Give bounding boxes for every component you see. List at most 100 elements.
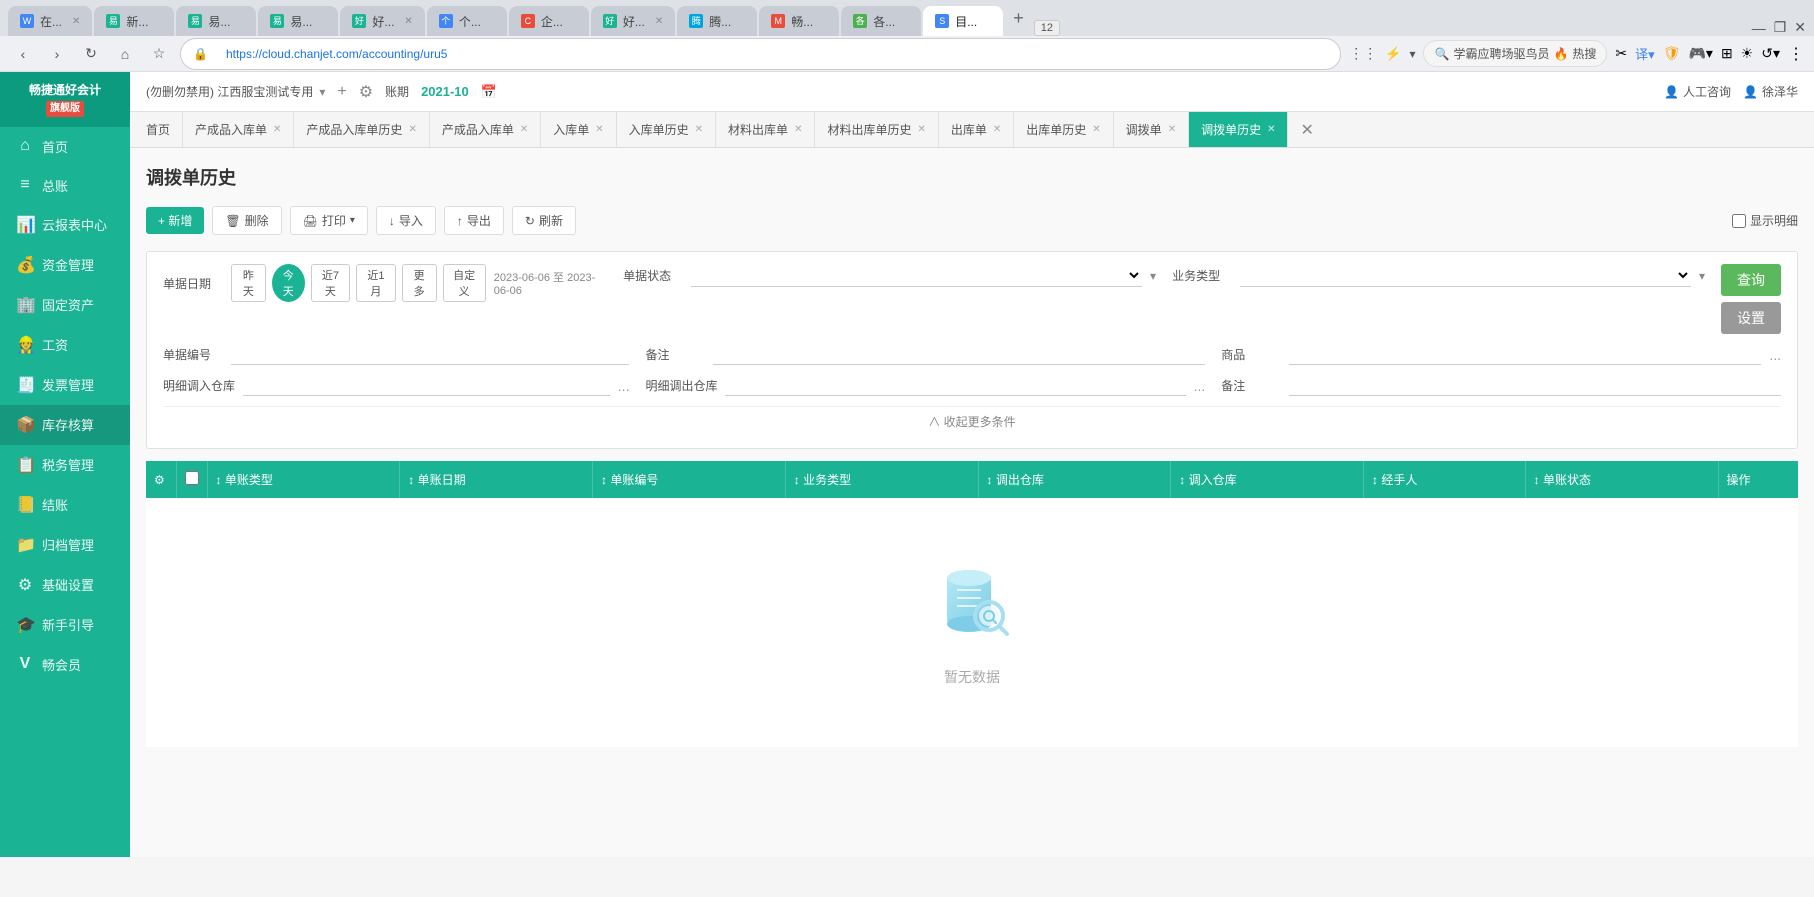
sidebar-item-home[interactable]: ⌂ 首页	[0, 127, 130, 166]
forward-btn[interactable]: ›	[44, 41, 70, 67]
detail-in-input[interactable]	[243, 375, 610, 396]
nav-tab-home[interactable]: 首页	[134, 112, 183, 148]
undo-icon[interactable]: ↺▾	[1761, 45, 1780, 62]
tab-close-icon[interactable]: ✕	[917, 124, 925, 135]
scissors-icon[interactable]: ✂	[1615, 45, 1627, 62]
biz-type-dropdown-icon[interactable]: ▾	[1699, 269, 1705, 283]
sidebar-item-general-ledger[interactable]: ≡ 总账	[0, 166, 130, 205]
tab-close-icon[interactable]: ✕	[1092, 124, 1100, 135]
date-7days-btn[interactable]: 近7天	[311, 264, 351, 302]
goods-input[interactable]	[1289, 344, 1761, 365]
nav-tab-product-in[interactable]: 产成品入库单 ✕	[183, 112, 294, 148]
settings-filter-btn[interactable]: 设置	[1721, 302, 1781, 334]
nav-tab-stock-out-hist[interactable]: 出库单历史 ✕	[1014, 112, 1113, 148]
more-icon[interactable]: ⋮	[1788, 44, 1804, 64]
date-custom-btn[interactable]: 自定义	[443, 264, 486, 302]
tab-close-icon[interactable]: ✕	[1267, 124, 1275, 135]
nav-tab-transfer-hist[interactable]: 调拨单历史 ✕	[1189, 112, 1288, 148]
col-type[interactable]: ↕ 单账类型	[207, 461, 400, 498]
date-yesterday-btn[interactable]: 昨天	[231, 264, 266, 302]
sidebar-item-archive[interactable]: 📁 归档管理	[0, 525, 130, 565]
print-btn[interactable]: 🖨 打印 ▾	[290, 206, 368, 235]
theme-icon[interactable]: ☀	[1741, 45, 1754, 62]
back-btn[interactable]: ‹	[10, 41, 36, 67]
import-btn[interactable]: ↓ 导入	[376, 206, 436, 235]
close-all-tabs-btn[interactable]: ✕	[1292, 120, 1321, 140]
tab-close-icon[interactable]: ✕	[520, 124, 528, 135]
sidebar-item-invoices[interactable]: 🧾 发票管理	[0, 365, 130, 405]
nav-tab-material-out-hist[interactable]: 材料出库单历史 ✕	[815, 112, 938, 148]
window-controls[interactable]: — ❐ ✕	[1752, 19, 1806, 36]
translate-icon[interactable]: 译▾	[1635, 44, 1655, 63]
nav-tab-material-out[interactable]: 材料出库单 ✕	[716, 112, 815, 148]
biz-type-select[interactable]	[1240, 264, 1691, 287]
date-today-btn[interactable]: 今天	[272, 264, 305, 302]
user-btn[interactable]: 👤 徐泽华	[1743, 83, 1798, 100]
sidebar-item-assets[interactable]: 🏢 固定资产	[0, 285, 130, 325]
game-icon[interactable]: 🎮▾	[1688, 45, 1712, 62]
tab-close-icon[interactable]: ✕	[72, 16, 80, 27]
customer-service-btn[interactable]: 👤 人工咨询	[1664, 83, 1731, 100]
nav-tab-product-in2[interactable]: 产成品入库单 ✕	[430, 112, 541, 148]
table-check-col[interactable]	[176, 461, 207, 498]
table-settings-col[interactable]: ⚙	[146, 461, 176, 498]
nav-tab-stock-in[interactable]: 入库单 ✕	[541, 112, 616, 148]
refresh-btn[interactable]: ↻ 刷新	[512, 206, 576, 235]
calendar-icon[interactable]: 📅	[481, 84, 497, 100]
col-no[interactable]: ↕ 单账编号	[593, 461, 786, 498]
tab-close-icon[interactable]: ✕	[655, 16, 663, 27]
url-input[interactable]	[214, 43, 1328, 65]
collapse-filters-btn[interactable]: ∧ 收起更多条件	[163, 406, 1781, 436]
status-select[interactable]	[691, 264, 1142, 287]
bookmark-btn[interactable]: ☆	[146, 41, 172, 67]
extensions-icon[interactable]: ⋮⋮	[1349, 45, 1377, 62]
browser-tab-9[interactable]: M 畅...	[759, 6, 839, 36]
col-date[interactable]: ↕ 单账日期	[400, 461, 593, 498]
sidebar-item-reports[interactable]: 📊 云报表中心	[0, 205, 130, 245]
tab-close-icon[interactable]: ✕	[1168, 124, 1176, 135]
tab-close-icon[interactable]: ✕	[408, 124, 416, 135]
detail-out-input[interactable]	[725, 375, 1185, 396]
query-btn[interactable]: 查询	[1721, 264, 1781, 296]
sidebar-item-close[interactable]: 📒 结账	[0, 485, 130, 525]
col-handler[interactable]: ↕ 经手人	[1364, 461, 1526, 498]
date-more-btn[interactable]: 更多	[402, 264, 437, 302]
shield-icon[interactable]: 🛡	[1663, 45, 1681, 62]
print-dropdown-icon[interactable]: ▾	[350, 215, 355, 226]
browser-tab-1[interactable]: 易 新...	[94, 6, 174, 36]
nav-tab-product-in-hist[interactable]: 产成品入库单历史 ✕	[294, 112, 429, 148]
grid-icon[interactable]: ⊞	[1721, 45, 1733, 62]
col-out[interactable]: ↕ 调出仓库	[978, 461, 1171, 498]
period-value[interactable]: 2021-10	[421, 84, 469, 99]
display-cols-checkbox[interactable]	[1732, 214, 1746, 228]
chevron-down-icon[interactable]: ▾	[1409, 47, 1415, 61]
new-btn[interactable]: + 新增	[146, 207, 204, 234]
docno-input[interactable]	[231, 344, 629, 365]
browser-tab-7[interactable]: 好 好... ✕	[591, 6, 675, 36]
nav-tab-stock-in-hist[interactable]: 入库单历史 ✕	[617, 112, 716, 148]
delete-btn[interactable]: 🗑 删除	[212, 206, 281, 235]
settings-btn[interactable]: ⚙	[359, 82, 373, 102]
browser-tab-11[interactable]: S 目...	[923, 6, 1003, 36]
col-in[interactable]: ↕ 调入仓库	[1171, 461, 1364, 498]
refresh-btn[interactable]: ↻	[78, 41, 104, 67]
nav-tab-transfer[interactable]: 调拨单 ✕	[1114, 112, 1189, 148]
browser-tab-6[interactable]: C 企...	[509, 6, 589, 36]
tab-close-icon[interactable]: ✕	[595, 124, 603, 135]
gear-icon[interactable]: ⚙	[154, 473, 165, 487]
sidebar-item-member[interactable]: V 畅会员	[0, 645, 130, 684]
sidebar-item-guide[interactable]: 🎓 新手引导	[0, 605, 130, 645]
col-biz[interactable]: ↕ 业务类型	[785, 461, 978, 498]
col-status[interactable]: ↕ 单账状态	[1525, 461, 1718, 498]
browser-tab-4[interactable]: 好 好... ✕	[340, 6, 424, 36]
restore-icon[interactable]: ❐	[1774, 19, 1787, 36]
browser-tab-10[interactable]: 各 各...	[841, 6, 921, 36]
lightning-icon[interactable]: ⚡	[1385, 46, 1401, 62]
home-btn[interactable]: ⌂	[112, 41, 138, 67]
tab-close-icon[interactable]: ✕	[273, 124, 281, 135]
detail-in-ellipsis[interactable]: ...	[618, 378, 630, 394]
nav-tab-stock-out[interactable]: 出库单 ✕	[939, 112, 1014, 148]
add-company-btn[interactable]: +	[337, 83, 346, 101]
status-dropdown-icon[interactable]: ▾	[1150, 269, 1156, 283]
tab-close-icon[interactable]: ✕	[993, 124, 1001, 135]
